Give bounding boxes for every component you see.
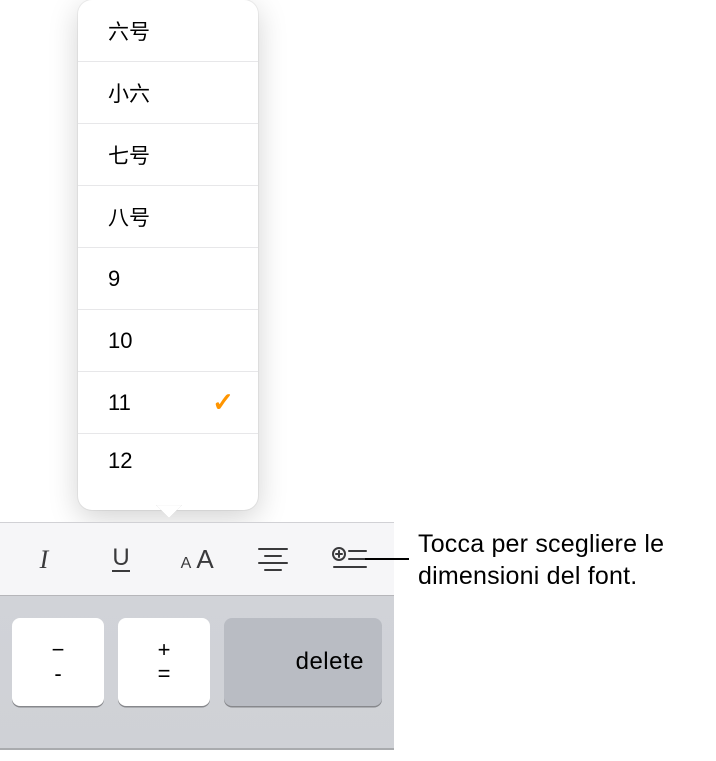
delete-label: delete — [296, 648, 364, 676]
size-label: 七号 — [108, 140, 150, 170]
font-size-list[interactable]: 六号 小六 七号 八号 9 10 11 ✓ 12 — [78, 0, 258, 510]
delete-key[interactable]: delete — [224, 618, 382, 706]
font-size-popover: 六号 小六 七号 八号 9 10 11 ✓ 12 — [78, 0, 258, 510]
checkmark-icon: ✓ — [212, 387, 234, 418]
popover-arrow-icon — [156, 505, 182, 519]
minus-key[interactable]: − - — [12, 618, 104, 706]
size-label: 小六 — [108, 78, 150, 108]
size-option[interactable]: 六号 — [78, 0, 258, 62]
svg-text:A: A — [196, 544, 214, 574]
key-symbol-bottom: - — [54, 663, 61, 685]
svg-text:A: A — [181, 555, 192, 572]
size-option[interactable]: 10 — [78, 310, 258, 372]
key-symbol-top: + — [158, 639, 171, 661]
underline-button[interactable]: U — [82, 529, 158, 589]
size-label: 12 — [108, 448, 132, 474]
size-label: 八号 — [108, 202, 150, 232]
size-option[interactable]: 小六 — [78, 62, 258, 124]
italic-button[interactable]: I — [6, 529, 82, 589]
font-size-button[interactable]: AA — [159, 529, 235, 589]
size-option[interactable]: 12 — [78, 434, 258, 486]
size-option[interactable]: 八号 — [78, 186, 258, 248]
size-label: 六号 — [108, 16, 150, 46]
format-toolbar: I U AA — [0, 522, 394, 596]
svg-text:I: I — [39, 545, 50, 574]
plus-equals-key[interactable]: + = — [118, 618, 210, 706]
size-option[interactable]: 七号 — [78, 124, 258, 186]
callout-text: Tocca per scegliere le dimensioni del fo… — [418, 528, 708, 592]
size-label: 9 — [108, 266, 120, 292]
svg-text:U: U — [112, 544, 129, 571]
alignment-button[interactable] — [235, 529, 311, 589]
key-symbol-top: − — [52, 639, 65, 661]
callout-leader-line — [365, 558, 409, 560]
phone-area: 六号 小六 七号 八号 9 10 11 ✓ 12 — [0, 0, 394, 761]
size-option[interactable]: 9 — [78, 248, 258, 310]
size-option-selected[interactable]: 11 ✓ — [78, 372, 258, 434]
size-label: 10 — [108, 328, 132, 354]
key-symbol-bottom: = — [158, 663, 171, 685]
size-label: 11 — [108, 390, 131, 416]
keyboard-row: − - + = delete — [0, 596, 394, 750]
